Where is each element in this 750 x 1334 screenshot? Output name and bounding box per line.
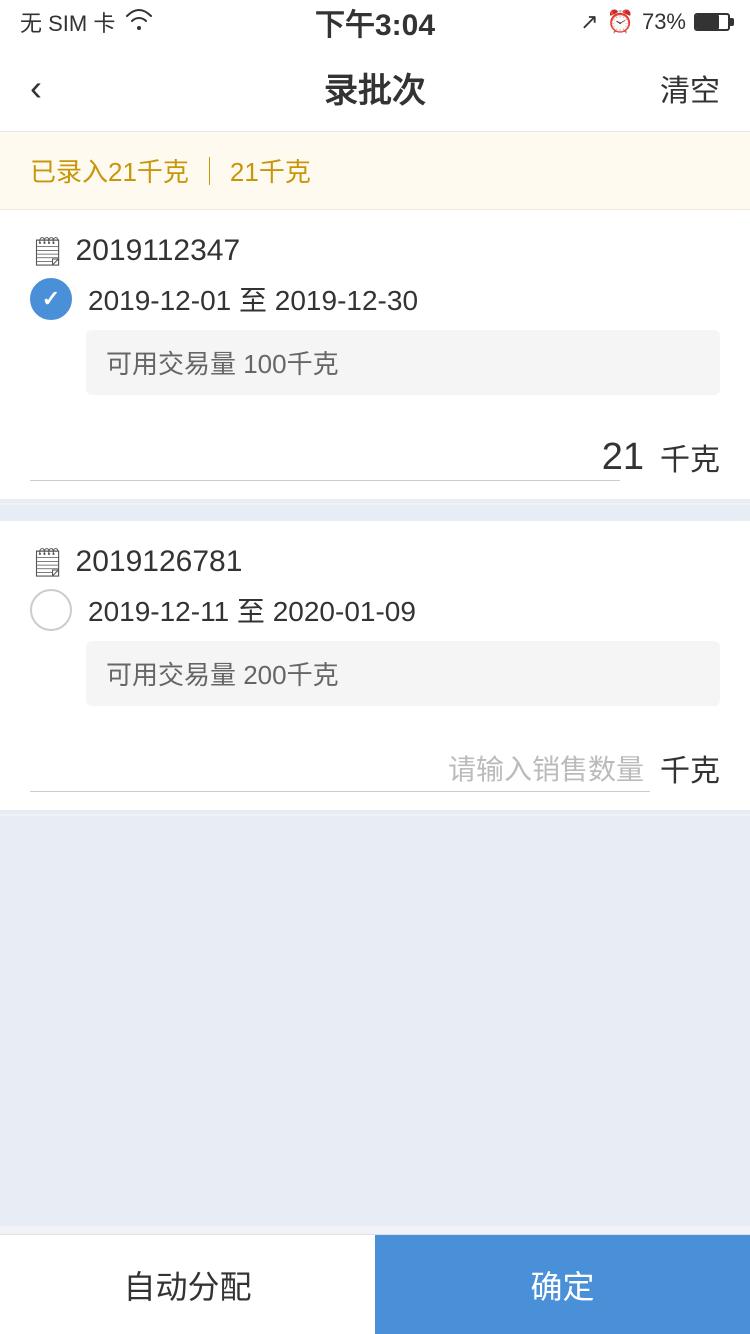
location-icon: ↗ <box>580 9 598 35</box>
batch-1-date: 2019-12-01 至 2019-12-30 <box>88 279 418 319</box>
batch-1-checkbox[interactable] <box>30 278 72 320</box>
batch-2-date: 2019-12-11 至 2020-01-09 <box>88 590 416 630</box>
back-button[interactable]: ‹ <box>30 67 42 109</box>
bottom-bar: 自动分配 确定 <box>0 1234 750 1334</box>
confirm-button[interactable]: 确定 <box>375 1235 750 1334</box>
gray-area <box>0 816 750 1226</box>
batch-2-input-placeholder[interactable]: 请输入销售数量 <box>448 748 644 788</box>
batch-1-id: 2019112347 <box>76 234 241 268</box>
batch-2-doc-icon: 🗒 <box>30 546 66 579</box>
batch-2-checkbox[interactable] <box>30 589 72 631</box>
status-time: 下午3:04 <box>315 0 435 44</box>
batch-2-input-underline <box>30 791 650 792</box>
batch-2-input-unit: 千克 <box>660 746 720 790</box>
batch-2-availability: 可用交易量 200千克 <box>86 641 720 706</box>
auto-distribute-button[interactable]: 自动分配 <box>0 1235 375 1334</box>
page-title: 录批次 <box>324 63 426 112</box>
batch-2-header: 🗒 2019126781 <box>0 521 750 589</box>
recorded-label: 已录入21千克 <box>30 152 189 189</box>
batch-2-date-row: 2019-12-11 至 2020-01-09 <box>0 589 750 641</box>
section-separator-1 <box>0 505 750 521</box>
batch-1-amount-row: 21 千克 <box>0 415 750 503</box>
status-left: 无 SIM 卡 <box>20 6 153 38</box>
battery-icon <box>694 13 730 31</box>
alarm-icon: ⏰ <box>607 9 634 35</box>
batch-1-header: 🗒 2019112347 <box>0 210 750 278</box>
clear-button[interactable]: 清空 <box>660 66 720 110</box>
nav-bar: ‹ 录批次 清空 <box>0 44 750 132</box>
info-divider <box>209 157 210 185</box>
batch-1-input-underline <box>30 480 620 481</box>
batch-1-amount-value[interactable]: 21 <box>602 436 644 479</box>
batch-1-date-row: 2019-12-01 至 2019-12-30 <box>0 278 750 330</box>
carrier-text: 无 SIM 卡 <box>20 6 115 38</box>
status-bar: 无 SIM 卡 下午3:04 ↗ ⏰ 73% <box>0 0 750 44</box>
wifi-icon <box>125 8 153 36</box>
auto-distribute-label: 自动分配 <box>123 1262 251 1308</box>
status-right: ↗ ⏰ 73% <box>580 9 730 35</box>
batch-1-availability: 可用交易量 100千克 <box>86 330 720 395</box>
recorded-value: 21千克 <box>230 152 311 189</box>
info-banner: 已录入21千克 21千克 <box>0 132 750 210</box>
batch-2-input-row: 请输入销售数量 千克 <box>0 726 750 814</box>
batch-1-doc-icon: 🗒 <box>30 235 66 268</box>
batch-card-2: 🗒 2019126781 2019-12-11 至 2020-01-09 可用交… <box>0 521 750 814</box>
confirm-label: 确定 <box>530 1262 594 1308</box>
battery-percent: 73% <box>642 9 686 35</box>
batch-1-amount-unit: 千克 <box>660 435 720 479</box>
batch-2-id: 2019126781 <box>76 545 243 579</box>
batch-card-1: 🗒 2019112347 2019-12-01 至 2019-12-30 可用交… <box>0 210 750 503</box>
